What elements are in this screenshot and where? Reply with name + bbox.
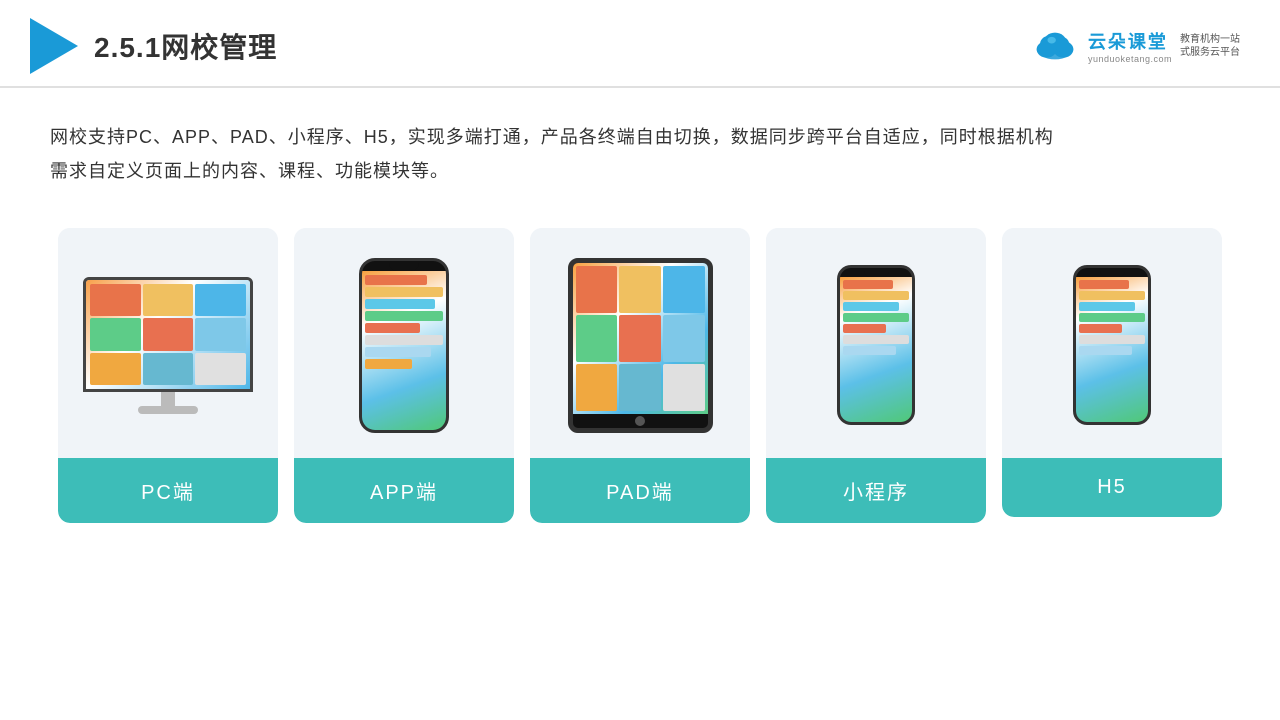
description-block: 网校支持PC、APP、PAD、小程序、H5，实现多端打通，产品各终端自由切换，数… — [0, 88, 1280, 208]
mini-row — [843, 280, 893, 289]
tablet-screen — [573, 263, 708, 414]
screen-block — [663, 315, 705, 362]
mini-row — [843, 302, 899, 311]
phone-mockup-app — [359, 258, 449, 433]
screen-block — [619, 364, 661, 411]
header: 2.5.1网校管理 云朵课堂 yunduoketang.com 教育机构一站式服… — [0, 0, 1280, 88]
card-miniprogram-label: 小程序 — [766, 458, 986, 523]
brand-url: yunduoketang.com — [1088, 54, 1172, 64]
mini-row — [843, 335, 909, 344]
card-pc: PC端 — [58, 228, 278, 523]
screen-block — [195, 284, 246, 316]
screen-block — [576, 364, 618, 411]
screen-block — [90, 318, 141, 350]
mini-notch-h5 — [1100, 270, 1125, 277]
miniphone-mockup-h5 — [1073, 265, 1151, 425]
brand-logo: 云朵课堂 yunduoketang.com 教育机构一站式服务云平台 — [1030, 26, 1240, 66]
screen-block — [663, 266, 705, 313]
card-h5: H5 — [1002, 228, 1222, 517]
cloud-icon — [1030, 26, 1080, 66]
phone-row — [365, 275, 427, 285]
card-h5-image — [1002, 228, 1222, 458]
screen-block — [576, 315, 618, 362]
logo-triangle-icon — [30, 18, 78, 74]
screen-block — [143, 353, 194, 385]
mini-row — [843, 291, 909, 300]
brand-name: 云朵课堂 — [1088, 28, 1168, 54]
mini-row — [1079, 291, 1145, 300]
brand-text: 云朵课堂 yunduoketang.com — [1088, 28, 1172, 64]
phone-row — [365, 299, 435, 309]
monitor-body — [83, 277, 253, 392]
mini-row — [1079, 335, 1145, 344]
mini-screen-h5 — [1076, 277, 1148, 422]
screen-block — [90, 353, 141, 385]
brand-slogan: 教育机构一站式服务云平台 — [1180, 33, 1240, 59]
miniphone-mockup-mp — [837, 265, 915, 425]
pc-mockup — [83, 277, 253, 414]
mini-row — [843, 313, 909, 322]
monitor-stand-neck — [161, 392, 175, 406]
card-app: APP端 — [294, 228, 514, 523]
phone-row — [365, 323, 420, 333]
card-pad: PAD端 — [530, 228, 750, 523]
tablet-mockup — [568, 258, 713, 433]
screen-block — [90, 284, 141, 316]
page-title: 2.5.1网校管理 — [94, 26, 277, 66]
monitor-stand-base — [138, 406, 198, 414]
card-h5-label: H5 — [1002, 458, 1222, 517]
phone-row — [365, 347, 431, 357]
card-app-label: APP端 — [294, 458, 514, 523]
mini-row — [843, 324, 886, 333]
mini-notch — [864, 270, 889, 277]
phone-row — [365, 335, 443, 345]
cards-container: PC端 APP端 — [0, 208, 1280, 543]
card-pad-label: PAD端 — [530, 458, 750, 523]
card-miniprogram-image — [766, 228, 986, 458]
description-text: 网校支持PC、APP、PAD、小程序、H5，实现多端打通，产品各终端自由切换，数… — [50, 120, 1230, 188]
screen-block — [619, 266, 661, 313]
screen-block — [663, 364, 705, 411]
mini-row — [1079, 280, 1129, 289]
header-left: 2.5.1网校管理 — [30, 18, 277, 74]
mini-row — [843, 346, 896, 355]
mini-row — [1079, 346, 1132, 355]
mini-row — [1079, 313, 1145, 322]
card-miniprogram: 小程序 — [766, 228, 986, 523]
phone-row — [365, 287, 443, 297]
card-app-image — [294, 228, 514, 458]
mini-row — [1079, 302, 1135, 311]
mini-screen — [840, 277, 912, 422]
screen-block — [143, 284, 194, 316]
card-pc-label: PC端 — [58, 458, 278, 523]
tablet-home-button — [635, 416, 645, 426]
phone-screen — [362, 271, 446, 430]
phone-row — [365, 359, 412, 369]
mini-row — [1079, 324, 1122, 333]
screen-block — [195, 318, 246, 350]
phone-row — [365, 311, 443, 321]
screen-block — [576, 266, 618, 313]
screen-block — [619, 315, 661, 362]
screen-block — [195, 353, 246, 385]
card-pc-image — [58, 228, 278, 458]
phone-notch — [389, 263, 419, 271]
card-pad-image — [530, 228, 750, 458]
monitor-screen — [86, 280, 250, 389]
screen-block — [143, 318, 194, 350]
